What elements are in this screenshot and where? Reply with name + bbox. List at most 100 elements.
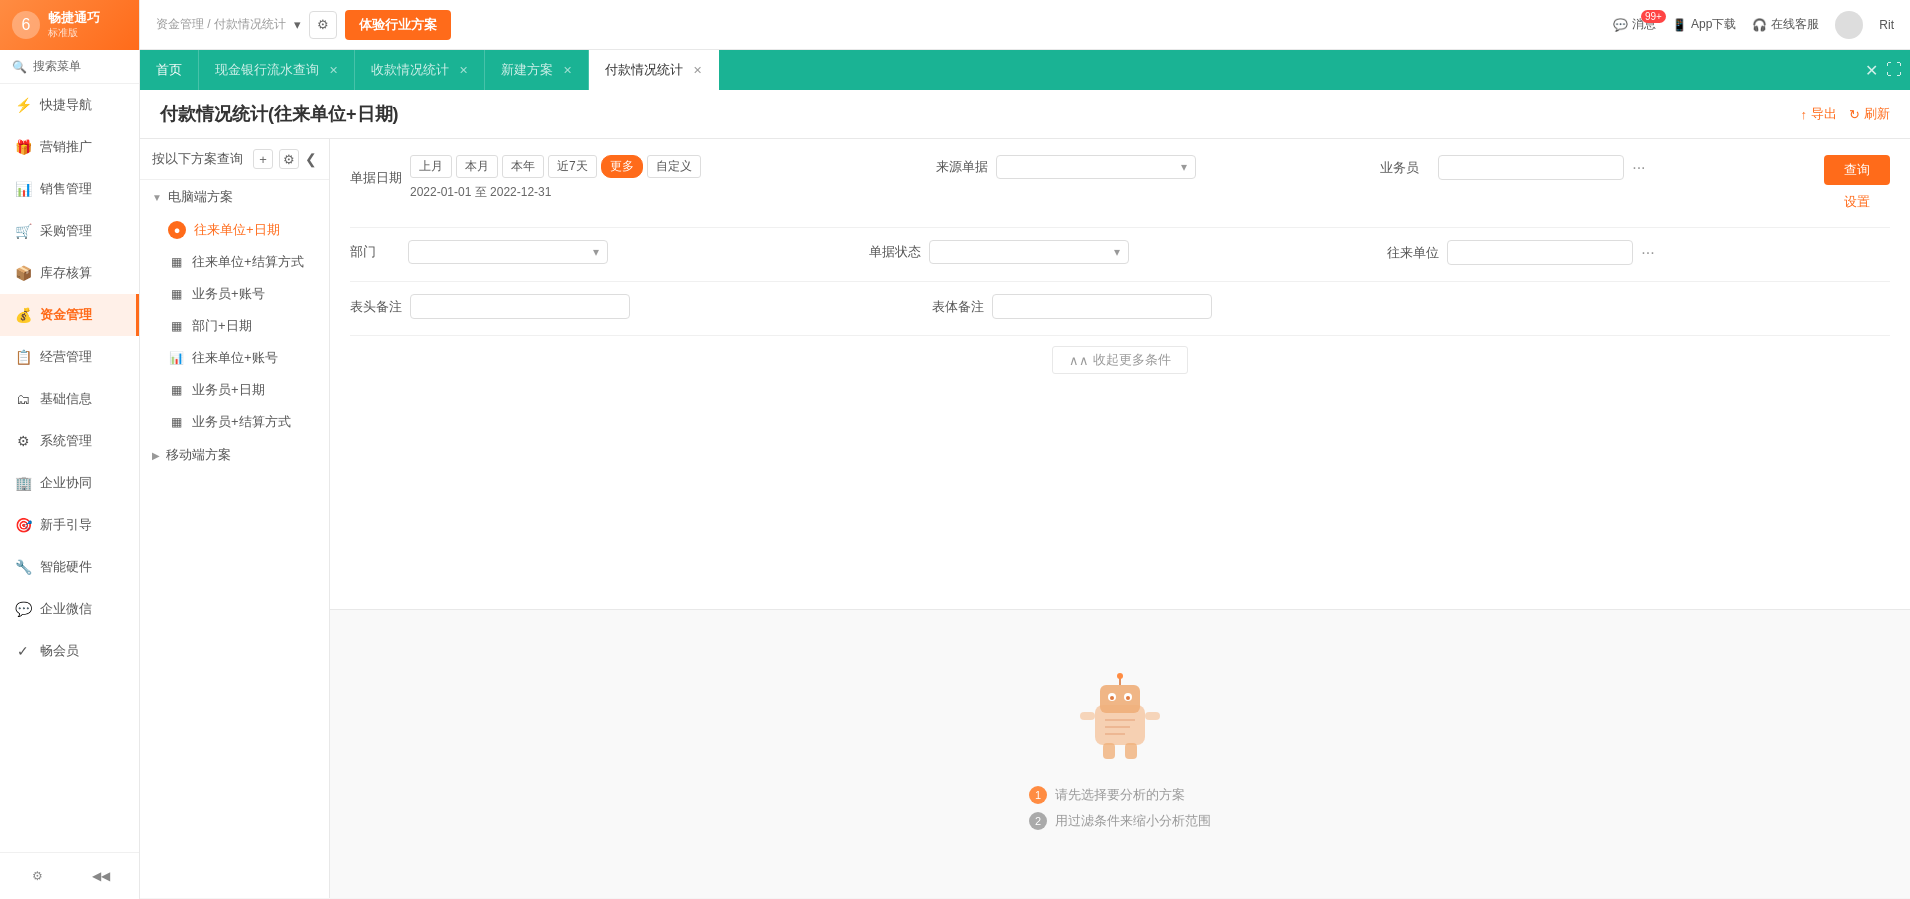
- empty-illustration: [1070, 670, 1170, 770]
- date-btn-more[interactable]: 更多: [601, 155, 643, 178]
- filter-dept-item: 部门 ▾: [350, 240, 853, 264]
- sidebar-item-system[interactable]: ⚙ 系统管理: [0, 420, 139, 462]
- operation-icon: 📋: [14, 348, 32, 366]
- avatar[interactable]: [1835, 11, 1863, 39]
- export-btn[interactable]: ↑ 导出: [1801, 105, 1838, 123]
- empty-tip-2: 2 用过滤条件来缩小分析范围: [1029, 812, 1211, 830]
- tab-receipt-stats[interactable]: 收款情况统计 ✕: [355, 50, 485, 90]
- tab-close-receipt-stats[interactable]: ✕: [459, 64, 468, 77]
- header-settings-btn[interactable]: ⚙: [309, 11, 337, 39]
- sidebar-item-basic-info[interactable]: 🗂 基础信息: [0, 378, 139, 420]
- sidebar-item-operation[interactable]: 📋 经营管理: [0, 336, 139, 378]
- message-icon: 💬: [1613, 18, 1628, 32]
- scheme-collapse-btn[interactable]: ❮: [305, 151, 317, 167]
- scheme-item-unit-date[interactable]: ● 往来单位+日期: [140, 214, 329, 246]
- tab-cash-flow[interactable]: 现金银行流水查询 ✕: [199, 50, 355, 90]
- username[interactable]: Rit: [1879, 18, 1894, 32]
- system-icon: ⚙: [14, 432, 32, 450]
- scheme-item-unit-settle[interactable]: ▦ 往来单位+结算方式: [140, 246, 329, 278]
- scheme-settings-btn[interactable]: ⚙: [279, 149, 299, 169]
- sidebar-item-finance[interactable]: 💰 资金管理: [0, 294, 139, 336]
- partner-input[interactable]: [1447, 240, 1633, 265]
- tab-expand-btn[interactable]: ⛶: [1886, 61, 1902, 79]
- sidebar-item-company[interactable]: 🏢 企业协同: [0, 462, 139, 504]
- message-btn[interactable]: 💬 消息 99+: [1613, 16, 1656, 33]
- sidebar-item-member[interactable]: ✓ 畅会员: [0, 630, 139, 672]
- app-download-btn[interactable]: 📱 App下载: [1672, 16, 1736, 33]
- date-btn-last-month[interactable]: 上月: [410, 155, 452, 178]
- sidebar-item-hardware[interactable]: 🔧 智能硬件: [0, 546, 139, 588]
- date-btn-current-month[interactable]: 本月: [456, 155, 498, 178]
- salesman-date-icon: ▦: [168, 382, 184, 398]
- refresh-btn[interactable]: ↻ 刷新: [1849, 105, 1890, 123]
- scheme-item-salesman-date[interactable]: ▦ 业务员+日期: [140, 374, 329, 406]
- sidebar-collapse-btn[interactable]: ◀◀: [74, 863, 130, 889]
- salesman-dots[interactable]: ···: [1632, 159, 1645, 177]
- filter-date-item: 单据日期 上月 本月 本年 近7天 更多 自定义 20: [350, 155, 920, 201]
- salesman-input[interactable]: [1438, 155, 1624, 180]
- date-btn-last-7-days[interactable]: 近7天: [548, 155, 597, 178]
- service-btn[interactable]: 🎧 在线客服: [1752, 16, 1819, 33]
- scheme-group-mobile: ▶ 移动端方案: [140, 438, 329, 472]
- collapse-conditions: ∧∧ 收起更多条件: [350, 335, 1890, 384]
- right-panel: 单据日期 上月 本月 本年 近7天 更多 自定义 20: [330, 139, 1910, 898]
- trial-btn[interactable]: 体验行业方案: [345, 10, 451, 40]
- scheme-item-salesman-account[interactable]: ▦ 业务员+账号: [140, 278, 329, 310]
- filter-settings-link[interactable]: 设置: [1844, 193, 1870, 211]
- scheme-panel-actions: + ⚙ ❮: [253, 149, 317, 169]
- sidebar-item-marketing[interactable]: 🎁 营销推广: [0, 126, 139, 168]
- dept-select[interactable]: ▾: [408, 240, 608, 264]
- tab-close-payment-stats[interactable]: ✕: [693, 64, 702, 77]
- tab-payment-stats[interactable]: 付款情况统计 ✕: [589, 50, 719, 90]
- source-select[interactable]: ▾: [996, 155, 1196, 179]
- salesman-settle-icon: ▦: [168, 414, 184, 430]
- scheme-item-salesman-settle[interactable]: ▦ 业务员+结算方式: [140, 406, 329, 438]
- filter-row-1: 单据日期 上月 本月 本年 近7天 更多 自定义 20: [350, 155, 1890, 211]
- unit-settle-icon: ▦: [168, 254, 184, 270]
- purchase-icon: 🛒: [14, 222, 32, 240]
- mobile-group-arrow: ▶: [152, 450, 160, 461]
- dept-date-icon: ▦: [168, 318, 184, 334]
- basic-info-icon: 🗂: [14, 390, 32, 408]
- sidebar-item-sales[interactable]: 📊 销售管理: [0, 168, 139, 210]
- scheme-panel-header: 按以下方案查询 + ⚙ ❮: [140, 139, 329, 180]
- sidebar-item-quick-nav[interactable]: ⚡ 快捷导航: [0, 84, 139, 126]
- svg-rect-11: [1125, 743, 1137, 759]
- sidebar-settings-btn[interactable]: ⚙: [10, 863, 66, 889]
- partner-dots[interactable]: ···: [1641, 244, 1654, 262]
- scheme-item-unit-account[interactable]: 📊 往来单位+账号: [140, 342, 329, 374]
- svg-rect-8: [1080, 712, 1095, 720]
- header-note-input[interactable]: [410, 294, 630, 319]
- voucher-status-select[interactable]: ▾: [929, 240, 1129, 264]
- date-col: 上月 本月 本年 近7天 更多 自定义 2022-01-01 至 2022-12…: [410, 155, 701, 201]
- body-note-input[interactable]: [992, 294, 1212, 319]
- tab-close-cash-flow[interactable]: ✕: [329, 64, 338, 77]
- scheme-group-header-pc[interactable]: ▼ 电脑端方案: [140, 180, 329, 214]
- tab-bar-right: ✕ ⛶: [1857, 50, 1910, 90]
- sales-icon: 📊: [14, 180, 32, 198]
- tab-close-new-scheme[interactable]: ✕: [563, 64, 572, 77]
- scheme-group-header-mobile[interactable]: ▶ 移动端方案: [140, 438, 329, 472]
- sidebar-item-guide[interactable]: 🎯 新手引导: [0, 504, 139, 546]
- sidebar-item-wechat[interactable]: 💬 企业微信: [0, 588, 139, 630]
- search-menu[interactable]: 🔍 搜索菜单: [0, 50, 139, 84]
- filter-salesman-item: 业务员 ···: [1380, 155, 1808, 180]
- refresh-icon: ↻: [1849, 107, 1860, 122]
- quick-nav-icon: ⚡: [14, 96, 32, 114]
- tab-close-all-btn[interactable]: ✕: [1865, 61, 1878, 80]
- hardware-icon: 🔧: [14, 558, 32, 576]
- query-btn[interactable]: 查询: [1824, 155, 1890, 185]
- header-dropdown-btn[interactable]: ▾: [294, 17, 301, 32]
- tab-new-scheme[interactable]: 新建方案 ✕: [485, 50, 589, 90]
- tab-home[interactable]: 首页: [140, 50, 199, 90]
- scheme-item-dept-date[interactable]: ▦ 部门+日期: [140, 310, 329, 342]
- sidebar-item-purchase[interactable]: 🛒 采购管理: [0, 210, 139, 252]
- page-actions: ↑ 导出 ↻ 刷新: [1801, 105, 1891, 123]
- collapse-conditions-btn[interactable]: ∧∧ 收起更多条件: [1052, 346, 1188, 374]
- date-btn-custom[interactable]: 自定义: [647, 155, 701, 178]
- filter-body-note-item: 表体备注: [932, 294, 1498, 319]
- sidebar-item-inventory[interactable]: 📦 库存核算: [0, 252, 139, 294]
- scheme-add-btn[interactable]: +: [253, 149, 273, 169]
- date-btn-current-year[interactable]: 本年: [502, 155, 544, 178]
- svg-point-5: [1126, 696, 1130, 700]
